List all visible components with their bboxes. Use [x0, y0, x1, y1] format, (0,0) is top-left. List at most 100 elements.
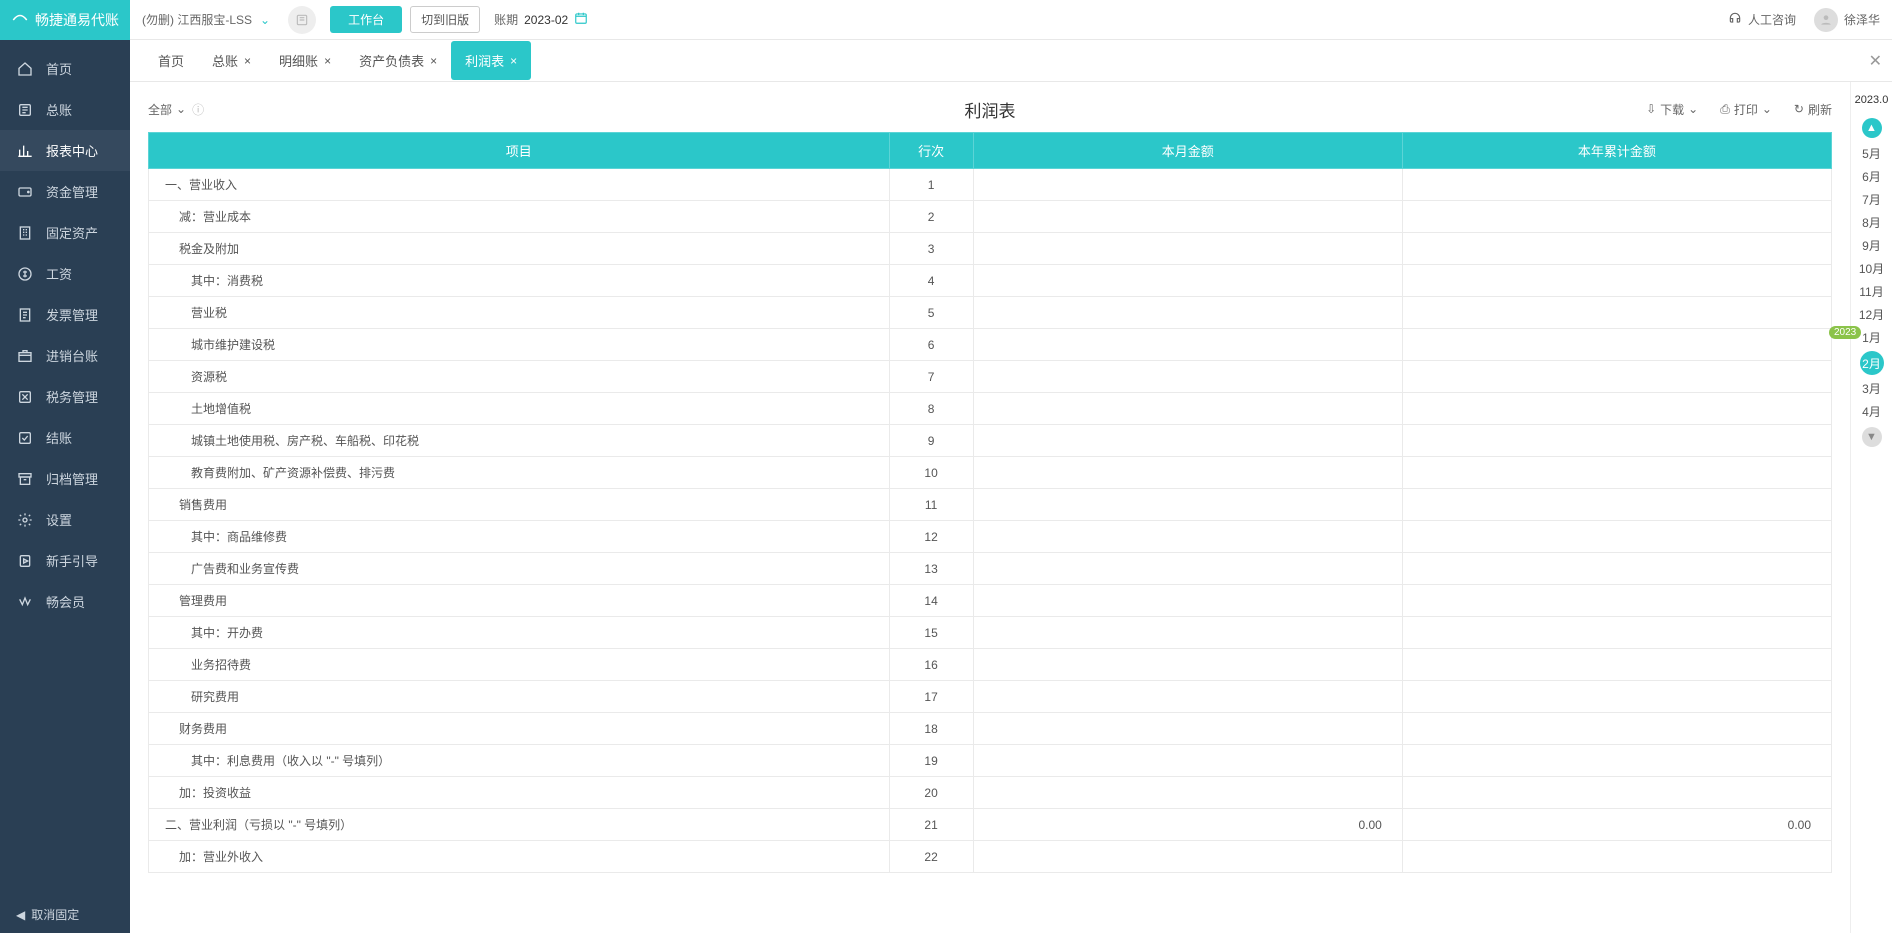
tab[interactable]: 明细账×	[265, 41, 345, 80]
close-icon[interactable]: ×	[324, 54, 331, 68]
support-label: 人工咨询	[1748, 11, 1796, 28]
workspace-button[interactable]: 工作台	[330, 6, 402, 33]
table-row[interactable]: 加：投资收益20	[149, 777, 1832, 809]
rail-month[interactable]: 4月	[1851, 400, 1892, 423]
table-row[interactable]: 广告费和业务宣传费13	[149, 553, 1832, 585]
tab[interactable]: 利润表 ×	[451, 41, 531, 80]
table-row[interactable]: 加：营业外收入22	[149, 841, 1832, 873]
rail-year[interactable]: 2023.0	[1853, 90, 1891, 110]
cell-year-amount	[1402, 393, 1831, 425]
refresh-label: 刷新	[1808, 101, 1832, 118]
table-row[interactable]: 二、营业利润（亏损以 "-" 号填列）210.000.00	[149, 809, 1832, 841]
sidebar-unpin[interactable]: ◀ 取消固定	[0, 896, 130, 933]
table-row[interactable]: 其中：消费税4	[149, 265, 1832, 297]
cell-month-amount	[973, 361, 1402, 393]
nav-item-guide[interactable]: 新手引导	[0, 540, 130, 581]
nav-item-ledger[interactable]: 总账	[0, 89, 130, 130]
help-icon[interactable]: ⓘ	[192, 101, 204, 118]
table-row[interactable]: 销售费用11	[149, 489, 1832, 521]
rail-month[interactable]: 6月	[1851, 165, 1892, 188]
cell-item: 城镇土地使用税、房产税、车船税、印花税	[149, 425, 890, 457]
company-icon[interactable]	[288, 6, 316, 34]
cell-month-amount	[973, 745, 1402, 777]
filter-dropdown[interactable]: 全部 ⌄	[148, 101, 186, 118]
nav-item-tax[interactable]: 税务管理	[0, 376, 130, 417]
support-link[interactable]: 人工咨询	[1728, 11, 1796, 28]
table-row[interactable]: 研究费用17	[149, 681, 1832, 713]
chevron-down-icon: ⌄	[260, 13, 270, 27]
tab[interactable]: 首页	[144, 41, 198, 80]
cell-year-amount	[1402, 617, 1831, 649]
tab-label: 总账	[212, 51, 238, 70]
nav-item-chart[interactable]: 报表中心	[0, 130, 130, 171]
table-row[interactable]: 其中：商品维修费12	[149, 521, 1832, 553]
cell-item: 加：投资收益	[149, 777, 890, 809]
close-icon[interactable]: ×	[244, 54, 251, 68]
rail-month[interactable]: 11月	[1851, 280, 1892, 303]
rail-month[interactable]: 7月	[1851, 188, 1892, 211]
nav-item-pay[interactable]: 工资	[0, 253, 130, 294]
rail-up-arrow[interactable]: ▲	[1862, 118, 1882, 138]
cell-month-amount	[973, 393, 1402, 425]
table-row[interactable]: 城镇土地使用税、房产税、车船税、印花税9	[149, 425, 1832, 457]
tab[interactable]: 总账 ×	[198, 41, 265, 80]
cell-year-amount	[1402, 585, 1831, 617]
rail-month[interactable]: 3月	[1851, 377, 1892, 400]
report-panel: 全部 ⌄ ⓘ 利润表 ⇩ 下载 ⌄ ⎙	[130, 82, 1850, 933]
rail-month[interactable]: 9月	[1851, 234, 1892, 257]
table-row[interactable]: 教育费附加、矿产资源补偿费、排污费10	[149, 457, 1832, 489]
cell-line: 6	[889, 329, 973, 361]
table-row[interactable]: 其中：开办费15	[149, 617, 1832, 649]
cell-line: 9	[889, 425, 973, 457]
print-button[interactable]: ⎙ 打印 ⌄	[1720, 101, 1772, 118]
old-version-button[interactable]: 切到旧版	[410, 6, 480, 33]
nav-item-wallet[interactable]: 资金管理	[0, 171, 130, 212]
user-menu[interactable]: 徐泽华	[1814, 8, 1880, 32]
nav-item-building[interactable]: 固定资产	[0, 212, 130, 253]
table-row[interactable]: 税金及附加3	[149, 233, 1832, 265]
nav-item-close-period[interactable]: 结账	[0, 417, 130, 458]
table-row[interactable]: 一、营业收入1	[149, 169, 1832, 201]
table-row[interactable]: 其中：利息费用（收入以 "-" 号填列）19	[149, 745, 1832, 777]
download-button[interactable]: ⇩ 下载 ⌄	[1646, 101, 1698, 118]
nav-item-vip[interactable]: 畅会员	[0, 581, 130, 622]
nav-item-label: 畅会员	[46, 592, 85, 611]
table-row[interactable]: 管理费用14	[149, 585, 1832, 617]
nav-item-inventory[interactable]: 进销台账	[0, 335, 130, 376]
refresh-button[interactable]: ↻ 刷新	[1794, 101, 1832, 118]
table-row[interactable]: 城市维护建设税6	[149, 329, 1832, 361]
nav-item-home[interactable]: 首页	[0, 48, 130, 89]
rail-month[interactable]: 10月	[1851, 257, 1892, 280]
tab-label: 资产负债表	[359, 51, 424, 70]
table-scroll[interactable]: 项目 行次 本月金额 本年累计金额 一、营业收入1减：营业成本2税金及附加3其中…	[148, 132, 1832, 933]
cell-month-amount	[973, 425, 1402, 457]
brand-logo: 畅捷通易代账	[0, 0, 130, 40]
tab-label: 利润表	[465, 51, 504, 70]
table-row[interactable]: 业务招待费16	[149, 649, 1832, 681]
company-selector[interactable]: (勿删) 江西服宝-LSS ⌄	[142, 11, 270, 28]
rail-month[interactable]: 5月	[1851, 142, 1892, 165]
close-icon[interactable]: ×	[510, 54, 517, 68]
table-row[interactable]: 资源税7	[149, 361, 1832, 393]
period-value: 2023-02	[524, 13, 568, 27]
rail-month[interactable]: 8月	[1851, 211, 1892, 234]
cell-month-amount	[973, 617, 1402, 649]
close-icon[interactable]: ×	[430, 54, 437, 68]
rail-down-arrow[interactable]: ▼	[1862, 427, 1882, 447]
close-all-tabs[interactable]: ✕	[1869, 51, 1882, 71]
unpin-icon: ◀	[16, 908, 25, 922]
rail-month[interactable]: 12月	[1851, 303, 1892, 326]
income-statement-table: 项目 行次 本月金额 本年累计金额 一、营业收入1减：营业成本2税金及附加3其中…	[148, 132, 1832, 873]
nav-item-archive[interactable]: 归档管理	[0, 458, 130, 499]
table-row[interactable]: 土地增值税8	[149, 393, 1832, 425]
tab[interactable]: 资产负债表 ×	[345, 41, 451, 80]
nav-item-invoice[interactable]: 发票管理	[0, 294, 130, 335]
cell-year-amount	[1402, 745, 1831, 777]
table-row[interactable]: 营业税5	[149, 297, 1832, 329]
table-row[interactable]: 减：营业成本2	[149, 201, 1832, 233]
rail-month[interactable]: 2月	[1860, 351, 1884, 375]
period[interactable]: 账期 2023-02	[494, 11, 588, 28]
table-row[interactable]: 财务费用18	[149, 713, 1832, 745]
nav-item-gear[interactable]: 设置	[0, 499, 130, 540]
cell-line: 22	[889, 841, 973, 873]
